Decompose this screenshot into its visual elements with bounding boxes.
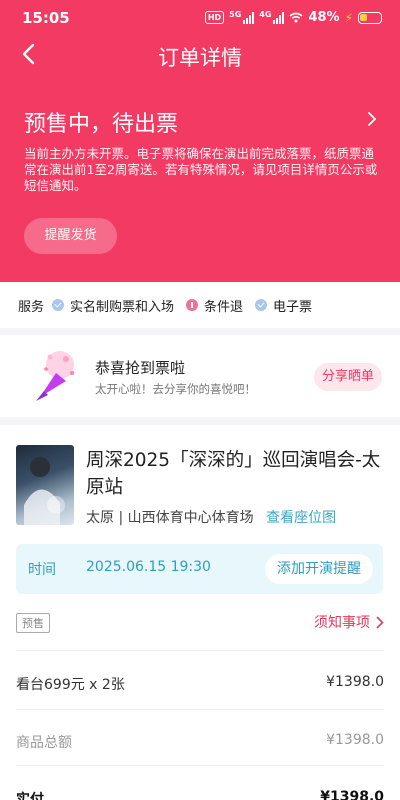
ticket-line-label: 看台699元 x 2张: [16, 677, 125, 693]
divider: [16, 709, 384, 710]
share-subtitle: 太开心啦！去分享你的喜悦吧！: [95, 382, 256, 396]
service-guarantees: 服务 实名制购票和入场 条件退 电子票: [0, 282, 400, 328]
presale-tag: 预售: [16, 613, 50, 633]
order-status-title[interactable]: 预售中，待出票: [24, 106, 178, 138]
chevron-right-icon[interactable]: [366, 110, 378, 128]
network-4g-label: 4G: [259, 10, 272, 19]
order-card: 周深2025「深深的」巡回演唱会-太原站 太原 | 山西体育中心体育场 查看座位…: [0, 425, 400, 800]
event-poster[interactable]: [16, 445, 74, 525]
service-item-label: 条件退: [204, 299, 244, 315]
ticket-line-amount: ¥1398.0: [326, 674, 384, 690]
check-icon: [255, 299, 268, 311]
chevron-right-icon: [376, 616, 384, 628]
network-5g-label: 5G: [229, 10, 242, 19]
notice-link[interactable]: 须知事项: [314, 612, 384, 632]
add-show-reminder-button[interactable]: 添加开演提醒: [265, 554, 373, 584]
view-seat-map-link[interactable]: 查看座位图: [266, 510, 336, 526]
wifi-icon: [289, 12, 303, 23]
hd-voice-icon: HD: [204, 11, 225, 24]
signal-icon-2: [273, 11, 285, 24]
check-icon: [52, 299, 65, 311]
venue-name: 山西体育中心体育场: [127, 510, 254, 526]
paid-label: 实付: [16, 792, 44, 800]
service-item-real-name: 实名制购票和入场: [52, 296, 174, 315]
signal-icon: [243, 11, 255, 24]
order-status-description: 当前主办方未开票。电子票将确保在演出前完成落票，纸质票通常在演出前1至2周寄送。…: [24, 146, 378, 193]
service-item-conditional-refund: 条件退: [186, 296, 243, 315]
charging-icon: ⚡: [344, 10, 353, 25]
status-icons: HD 5G 4G 48% ⚡: [204, 10, 382, 25]
showtime-value: 2025.06.15 19:30: [86, 559, 211, 575]
celebration-ticket-icon: [36, 351, 74, 401]
event-city: 太原: [86, 510, 114, 526]
info-icon: [186, 299, 199, 311]
venue-separator: |: [118, 510, 124, 526]
share-button[interactable]: 分享晒单: [314, 363, 382, 391]
order-status-header: 15:05 HD 5G 4G 48% ⚡ 订单详情 预售中，待出票 当前主办方未…: [0, 0, 400, 282]
battery-percentage: 48%: [308, 10, 340, 25]
services-label: 服务: [18, 299, 45, 315]
notice-link-label: 须知事项: [314, 615, 370, 631]
divider: [16, 650, 384, 651]
remind-shipping-button[interactable]: 提醒发货: [24, 218, 117, 254]
page-title: 订单详情: [158, 46, 242, 70]
battery-icon: [358, 11, 382, 24]
showtime-label: 时间: [28, 562, 56, 578]
paid-amount: ¥1398.0: [320, 789, 384, 800]
service-item-label: 电子票: [273, 299, 313, 315]
service-item-e-ticket: 电子票: [255, 296, 312, 315]
system-status-bar: 15:05 HD 5G 4G 48% ⚡: [0, 0, 400, 38]
share-title: 恭喜抢到票啦: [95, 359, 186, 377]
share-card: 恭喜抢到票啦 太开心啦！去分享你的喜悦吧！ 分享晒单: [0, 335, 400, 417]
clock: 15:05: [22, 9, 70, 27]
service-item-label: 实名制购票和入场: [70, 299, 175, 315]
poster-figure-icon: [24, 457, 65, 525]
goods-total-label: 商品总额: [16, 735, 72, 751]
event-title[interactable]: 周深2025「深深的」巡回演唱会-太原站: [86, 447, 386, 501]
event-venue: 太原 | 山西体育中心体育场 查看座位图: [86, 507, 336, 527]
divider: [16, 765, 384, 766]
goods-total-amount: ¥1398.0: [326, 732, 384, 748]
showtime-box: 时间 2025.06.15 19:30 添加开演提醒: [16, 544, 383, 594]
